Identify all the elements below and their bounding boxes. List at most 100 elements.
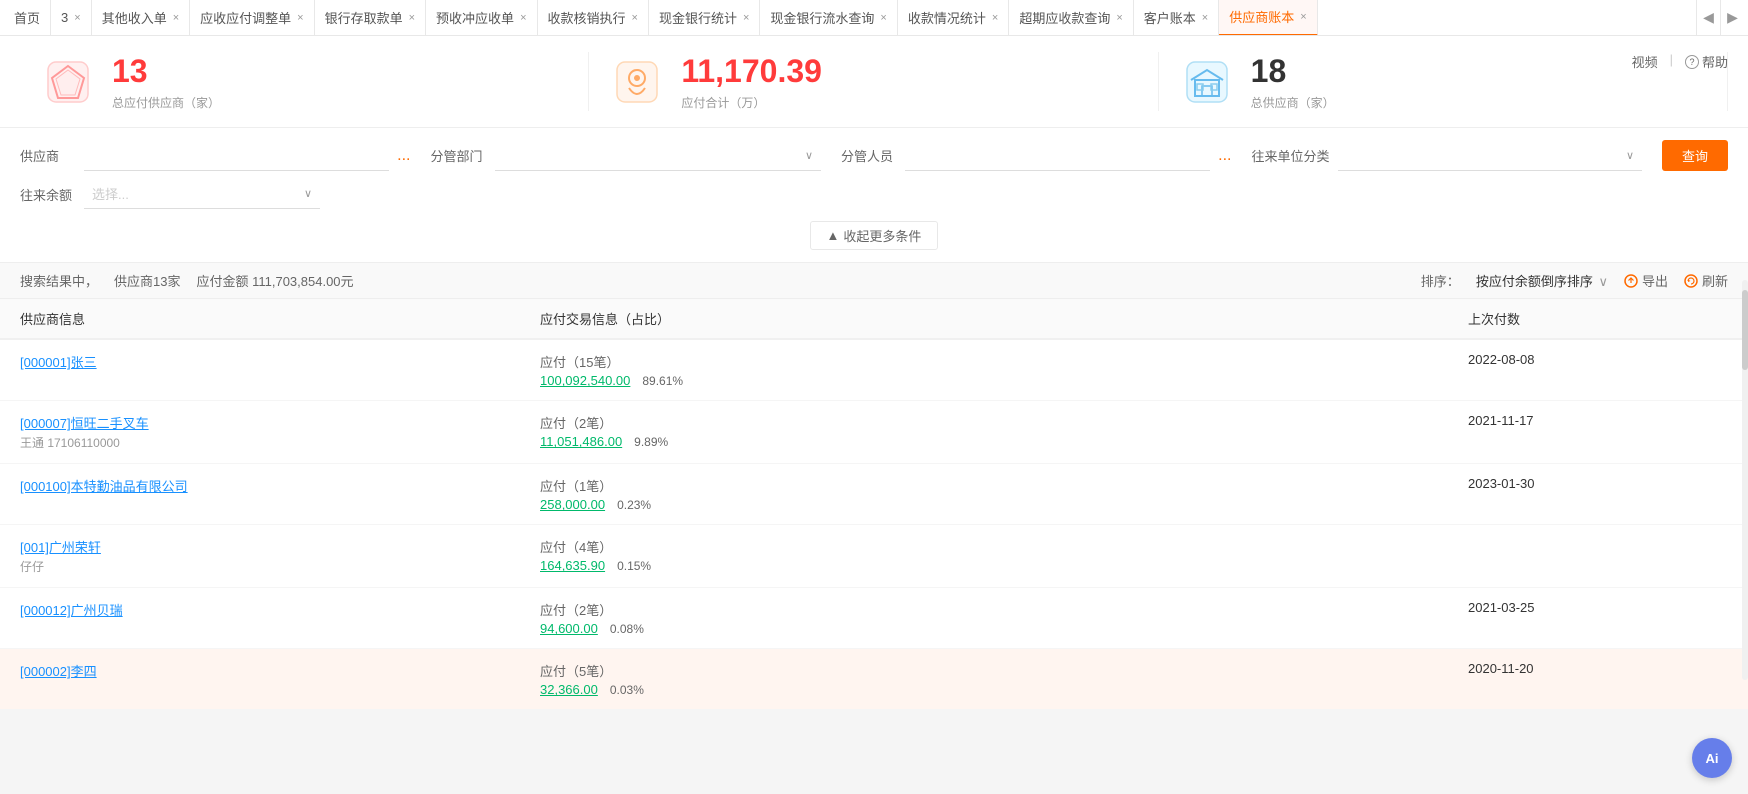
supplier-link[interactable]: [000012]广州贝瑞 (20, 603, 123, 618)
close-icon[interactable]: × (1300, 11, 1306, 23)
nav-tab-collection-exec[interactable]: 收款核销执行 × (538, 0, 649, 36)
close-icon[interactable]: × (1202, 12, 1208, 24)
close-icon[interactable]: × (743, 12, 749, 24)
trans-percent: 0.23% (617, 498, 651, 512)
nav-tab-overdue-query-label: 超期应收款查询 (1019, 8, 1110, 27)
nav-tab-payable-adjust-label: 应收应付调整单 (200, 8, 291, 27)
person-filter-input[interactable] (905, 141, 1210, 171)
nav-tab-cash-bank-stat[interactable]: 现金银行统计 × (649, 0, 760, 36)
trans-amount-link[interactable]: 164,635.90 (540, 558, 605, 573)
close-icon[interactable]: × (632, 12, 638, 24)
trans-info-cell: 应付（1笔） 258,000.00 0.23% (540, 476, 1468, 512)
help-link[interactable]: ? 帮助 (1685, 52, 1728, 71)
last-pay-date: 2021-11-17 (1468, 413, 1534, 428)
nav-tab-cash-bank-flow[interactable]: 现金银行流水查询 × (760, 0, 897, 36)
supplier-sub: 王通 17106110000 (20, 434, 540, 451)
last-pay-date: 2023-01-30 (1468, 476, 1535, 491)
refresh-button[interactable]: 刷新 (1684, 271, 1728, 290)
filter-area: 供应商 ... 分管部门 ∨ 分管人员 ... 往来单位分类 ∨ 查询 (0, 128, 1748, 263)
close-icon[interactable]: × (173, 12, 179, 24)
supplier-link[interactable]: [000002]李四 (20, 664, 97, 679)
close-icon[interactable]: × (297, 12, 303, 24)
dept-filter-select[interactable]: ∨ (495, 141, 822, 171)
nav-tab-payable-adjust[interactable]: 应收应付调整单 × (190, 0, 314, 36)
supplier-link[interactable]: [001]广州荣轩 (20, 540, 101, 555)
filter-row-1: 供应商 ... 分管部门 ∨ 分管人员 ... 往来单位分类 ∨ 查询 (20, 140, 1728, 171)
supplier-info-cell: [001]广州荣轩 仔仔 (20, 537, 540, 575)
supplier-link[interactable]: [000007]恒旺二手叉车 (20, 416, 149, 431)
col-header-last-pay: 上次付数 (1468, 309, 1728, 328)
category-filter-label: 往来单位分类 (1252, 146, 1330, 165)
nav-tab-bank-deposit[interactable]: 银行存取款单 × (315, 0, 426, 36)
trans-info-cell: 应付（5笔） 32,366.00 0.03% (540, 661, 1468, 697)
export-button[interactable]: 导出 (1624, 271, 1668, 290)
nav-tab-3[interactable]: 3 × (51, 0, 92, 36)
filter-item-category: 往来单位分类 ∨ (1252, 141, 1643, 171)
trans-amount-link[interactable]: 11,051,486.00 (540, 434, 622, 449)
summary-text-payable-total: 11,170.39 应付合计（万） (681, 52, 822, 111)
trans-info-cell: 应付（2笔） 94,600.00 0.08% (540, 600, 1468, 636)
chevron-down-icon: ∨ (1626, 149, 1634, 162)
nav-tab-advance-offset[interactable]: 预收冲应收单 × (426, 0, 537, 36)
trans-label: 应付（15笔） (540, 352, 1468, 371)
trans-amount-link[interactable]: 32,366.00 (540, 682, 598, 697)
export-label: 导出 (1642, 271, 1668, 290)
payable-total-label: 应付合计（万） (681, 94, 822, 111)
nav-tab-collection-stat-label: 收款情况统计 (908, 8, 986, 27)
supplier-table: 供应商信息 应付交易信息（占比） 上次付数 [000001]张三 应付（15笔）… (0, 299, 1748, 710)
supplier-filter-input[interactable] (84, 141, 389, 171)
trans-row: 32,366.00 0.03% (540, 682, 1468, 697)
last-pay-date: 2020-11-20 (1468, 661, 1534, 676)
trans-amount-link[interactable]: 94,600.00 (540, 621, 598, 636)
dept-filter-label: 分管部门 (431, 146, 487, 165)
collapse-label: 收起更多条件 (843, 226, 921, 245)
close-icon[interactable]: × (409, 12, 415, 24)
close-icon[interactable]: × (74, 12, 80, 24)
close-icon[interactable]: × (520, 12, 526, 24)
top-right-links: 视频 | ? 帮助 (1632, 52, 1728, 71)
collapse-button[interactable]: ▲ 收起更多条件 (810, 221, 939, 250)
filter-row-2: 往来余额 选择... ∨ (20, 179, 1728, 209)
nav-tab-advance-offset-label: 预收冲应收单 (436, 8, 514, 27)
nav-tab-customer-account[interactable]: 客户账本 × (1134, 0, 1219, 36)
store-icon (1179, 54, 1235, 110)
table-row: [000012]广州贝瑞 应付（2笔） 94,600.00 0.08% 2021… (0, 588, 1748, 649)
sort-value[interactable]: 按应付余额倒序排序 ∨ (1476, 271, 1608, 290)
table-row: [000007]恒旺二手叉车 王通 17106110000 应付（2笔） 11,… (0, 401, 1748, 464)
close-icon[interactable]: × (992, 12, 998, 24)
balance-filter-select[interactable]: 选择... ∨ (84, 179, 320, 209)
person-filter-label: 分管人员 (841, 146, 897, 165)
trans-info-cell: 应付（4笔） 164,635.90 0.15% (540, 537, 1468, 573)
nav-arrow-left[interactable]: ◀ (1696, 0, 1720, 36)
supplier-ellipsis-btn[interactable]: ... (397, 147, 410, 165)
nav-tab-overdue-query[interactable]: 超期应收款查询 × (1009, 0, 1133, 36)
nav-arrow-right[interactable]: ▶ (1720, 0, 1744, 36)
supplier-info-cell: [000007]恒旺二手叉车 王通 17106110000 (20, 413, 540, 451)
close-icon[interactable]: × (880, 12, 886, 24)
nav-tab-collection-stat[interactable]: 收款情况统计 × (898, 0, 1009, 36)
supplier-link[interactable]: [000100]本特勤油品有限公司 (20, 479, 188, 494)
close-icon[interactable]: × (1116, 12, 1122, 24)
supplier-link[interactable]: [000001]张三 (20, 355, 97, 370)
scrollbar-track[interactable] (1742, 280, 1748, 680)
trans-amount-link[interactable]: 258,000.00 (540, 497, 605, 512)
nav-tab-customer-account-label: 客户账本 (1144, 8, 1196, 27)
total-suppliers-label: 总供应商（家） (1251, 94, 1335, 111)
trans-row: 100,092,540.00 89.61% (540, 373, 1468, 388)
top-navigation: 首页 3 × 其他收入单 × 应收应付调整单 × 银行存取款单 × 预收冲应收单… (0, 0, 1748, 36)
supplier-info-cell: [000012]广州贝瑞 (20, 600, 540, 619)
result-bar-right: 排序： 按应付余额倒序排序 ∨ 导出 刷新 (1421, 271, 1728, 290)
nav-tab-supplier-account[interactable]: 供应商账本 × (1219, 0, 1317, 36)
nav-tab-other-income[interactable]: 其他收入单 × (92, 0, 190, 36)
nav-tab-home[interactable]: 首页 (4, 0, 51, 36)
ai-badge[interactable]: Ai (1692, 738, 1732, 778)
video-link[interactable]: 视频 (1632, 52, 1658, 71)
help-icon: ? (1685, 55, 1699, 69)
query-button[interactable]: 查询 (1662, 140, 1728, 171)
person-ellipsis-btn[interactable]: ... (1218, 147, 1231, 165)
category-filter-select[interactable]: ∨ (1338, 141, 1642, 171)
trans-amount-link[interactable]: 100,092,540.00 (540, 373, 630, 388)
nav-tab-cash-bank-flow-label: 现金银行流水查询 (770, 8, 874, 27)
payable-total-num: 11,170.39 (681, 52, 822, 90)
scrollbar-thumb[interactable] (1742, 290, 1748, 370)
